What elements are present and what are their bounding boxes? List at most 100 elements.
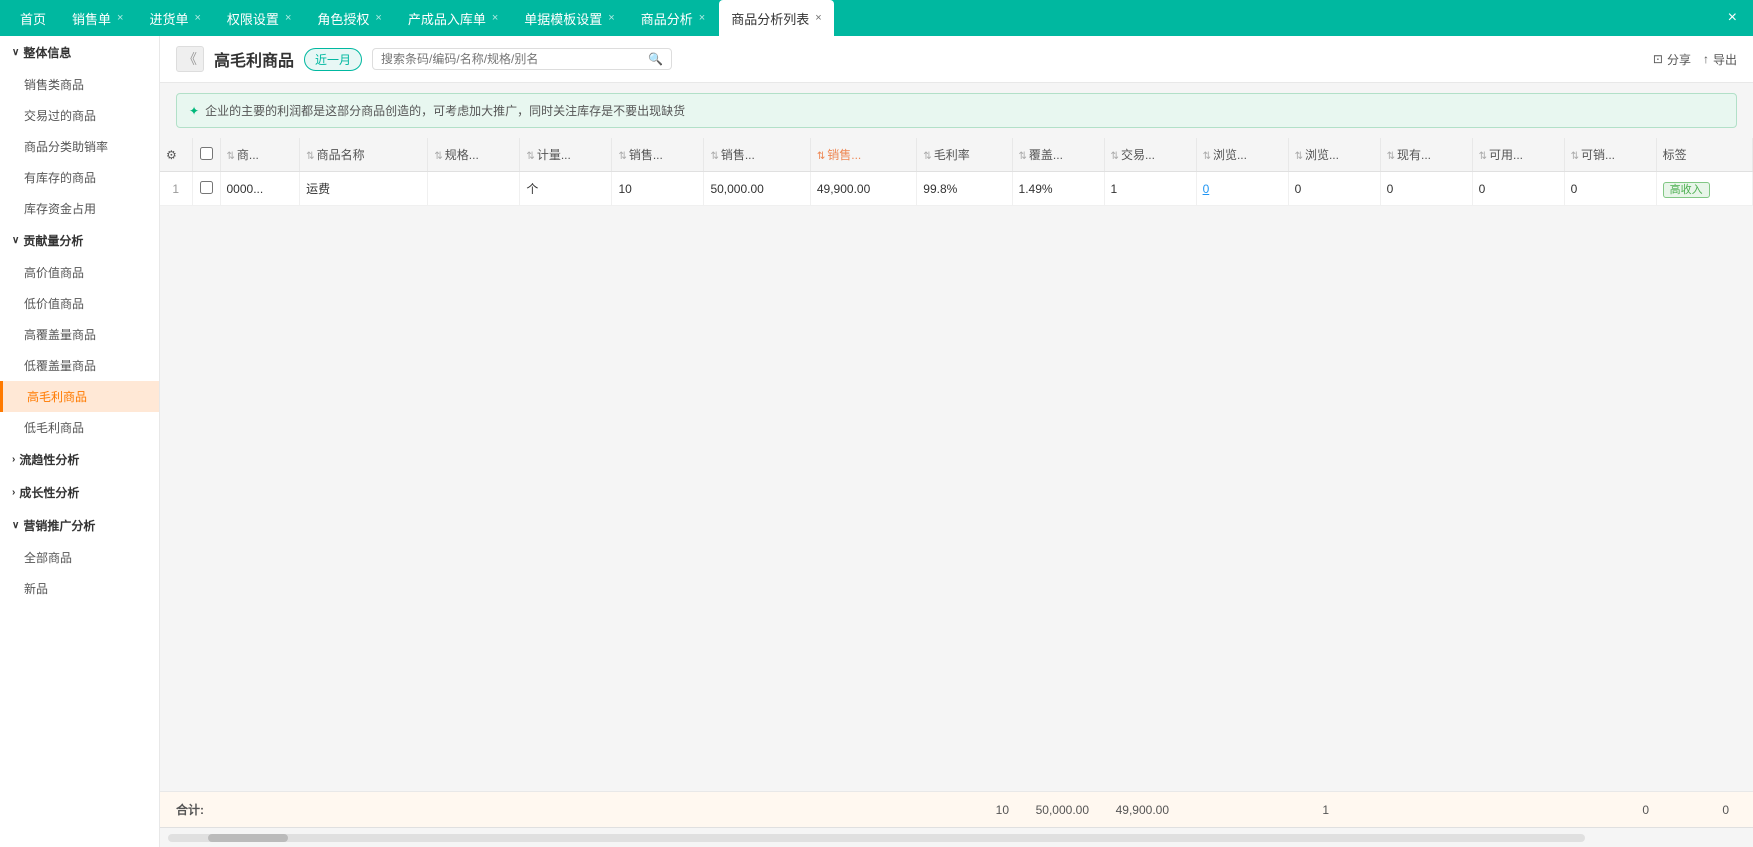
close-icon[interactable]: ×: [285, 12, 291, 24]
th-code[interactable]: ⇅商...: [220, 138, 300, 172]
scrollbar-thumb[interactable]: [208, 834, 288, 842]
th-transactions[interactable]: ⇅交易...: [1104, 138, 1196, 172]
th-checkbox[interactable]: [192, 138, 220, 172]
row-sale-qty: 10: [612, 172, 704, 206]
close-icon[interactable]: ×: [699, 12, 705, 24]
footer-sale-amount: 50,000.00: [1017, 803, 1097, 817]
export-icon: ↑: [1703, 52, 1709, 66]
sidebar-item-sales-goods[interactable]: 销售类商品: [0, 69, 159, 100]
content-header: 《 高毛利商品 近一月 🔍 ⊡ 分享 ↑ 导出: [160, 36, 1753, 83]
content-area: 《 高毛利商品 近一月 🔍 ⊡ 分享 ↑ 导出 ✦ 企业的主要的利润都是这部: [160, 36, 1753, 847]
sidebar-item-stock-fund[interactable]: 库存资金占用: [0, 193, 159, 224]
close-icon[interactable]: ×: [375, 12, 381, 24]
nav-tab-purchase[interactable]: 进货单 ×: [137, 0, 212, 36]
row-tag: 高收入: [1656, 172, 1752, 206]
top-navigation: 首页 销售单 × 进货单 × 权限设置 × 角色授权 × 产成品入库单 × 单据…: [0, 0, 1753, 36]
row-browse1[interactable]: 0: [1196, 172, 1288, 206]
footer-saleable: 0: [1657, 803, 1737, 817]
row-sale-profit: 49,900.00: [810, 172, 916, 206]
row-browse2: 0: [1288, 172, 1380, 206]
nav-tab-analysis-list[interactable]: 商品分析列表 ×: [719, 0, 833, 36]
page-title: 高毛利商品: [214, 47, 294, 71]
sidebar-item-category-rate[interactable]: 商品分类助销率: [0, 131, 159, 162]
nav-tab-analysis[interactable]: 商品分析 ×: [629, 0, 717, 36]
table-row: 1 0000... 运费 个 10 50,000.00 49,900.00 99…: [160, 172, 1753, 206]
footer-available: 0: [1577, 803, 1657, 817]
th-available[interactable]: ⇅可用...: [1472, 138, 1564, 172]
filter-period-button[interactable]: 近一月: [304, 48, 362, 71]
th-saleable[interactable]: ⇅可销...: [1564, 138, 1656, 172]
nav-tab-sales[interactable]: 销售单 ×: [60, 0, 135, 36]
sidebar-item-low-coverage[interactable]: 低覆盖量商品: [0, 350, 159, 381]
chevron-down-icon: ∨: [12, 520, 19, 531]
th-spec[interactable]: ⇅规格...: [428, 138, 520, 172]
sidebar-item-high-value[interactable]: 高价值商品: [0, 257, 159, 288]
row-checkbox[interactable]: [200, 181, 213, 194]
sidebar-group-trend[interactable]: › 流趋性分析: [0, 443, 159, 476]
row-code: 0000...: [220, 172, 300, 206]
th-browse1[interactable]: ⇅浏览...: [1196, 138, 1288, 172]
sidebar-group-contribution[interactable]: ∨ 贡献量分析: [0, 224, 159, 257]
main-layout: ∨ 整体信息 销售类商品 交易过的商品 商品分类助销率 有库存的商品 库存资金占…: [0, 36, 1753, 847]
header-actions: ⊡ 分享 ↑ 导出: [1653, 51, 1737, 68]
chevron-right-icon: ›: [12, 487, 15, 498]
row-transactions: 1: [1104, 172, 1196, 206]
sidebar-item-high-coverage[interactable]: 高覆盖量商品: [0, 319, 159, 350]
th-name[interactable]: ⇅商品名称: [300, 138, 428, 172]
row-checkbox-cell[interactable]: [192, 172, 220, 206]
sidebar-item-low-value[interactable]: 低价值商品: [0, 288, 159, 319]
nav-tab-home[interactable]: 首页: [8, 0, 58, 36]
chevron-right-icon: ›: [12, 454, 15, 465]
th-unit[interactable]: ⇅计量...: [520, 138, 612, 172]
scrollbar-track[interactable]: [168, 834, 1585, 842]
sidebar-item-in-stock[interactable]: 有库存的商品: [0, 162, 159, 193]
close-icon[interactable]: ×: [492, 12, 498, 24]
nav-tab-permissions[interactable]: 权限设置 ×: [215, 0, 303, 36]
search-box[interactable]: 🔍: [372, 48, 672, 70]
chevron-down-icon: ∨: [12, 47, 19, 58]
th-current-stock[interactable]: ⇅现有...: [1380, 138, 1472, 172]
th-browse2[interactable]: ⇅浏览...: [1288, 138, 1380, 172]
row-spec: [428, 172, 520, 206]
share-button[interactable]: ⊡ 分享: [1653, 51, 1691, 68]
sidebar-group-marketing[interactable]: ∨ 营销推广分析: [0, 509, 159, 542]
row-saleable: 0: [1564, 172, 1656, 206]
th-sale-profit[interactable]: ⇅销售...: [810, 138, 916, 172]
close-icon[interactable]: ×: [815, 12, 821, 24]
row-sale-amount: 50,000.00: [704, 172, 810, 206]
th-gross-rate[interactable]: ⇅毛利率: [917, 138, 1012, 172]
th-sale-amount[interactable]: ⇅销售...: [704, 138, 810, 172]
sidebar-item-traded-goods[interactable]: 交易过的商品: [0, 100, 159, 131]
row-num: 1: [160, 172, 192, 206]
th-settings[interactable]: ⚙: [160, 138, 192, 172]
th-coverage[interactable]: ⇅覆盖...: [1012, 138, 1104, 172]
sidebar-item-low-margin[interactable]: 低毛利商品: [0, 412, 159, 443]
sidebar-group-overall[interactable]: ∨ 整体信息: [0, 36, 159, 69]
th-tag[interactable]: 标签: [1656, 138, 1752, 172]
footer-label: 合计:: [176, 801, 204, 818]
sidebar: ∨ 整体信息 销售类商品 交易过的商品 商品分类助销率 有库存的商品 库存资金占…: [0, 36, 160, 847]
close-all-tabs-button[interactable]: ×: [1720, 9, 1745, 27]
search-icon[interactable]: 🔍: [648, 52, 663, 66]
sidebar-item-new-goods[interactable]: 新品: [0, 573, 159, 604]
horizontal-scrollbar[interactable]: [160, 827, 1753, 847]
close-icon[interactable]: ×: [608, 12, 614, 24]
nav-tab-roles[interactable]: 角色授权 ×: [305, 0, 393, 36]
row-available: 0: [1472, 172, 1564, 206]
data-table-container[interactable]: ⚙ ⇅商... ⇅商品名称 ⇅规格... ⇅计量... ⇅销售... ⇅销售..…: [160, 138, 1753, 791]
search-input[interactable]: [381, 52, 644, 66]
sidebar-group-growth[interactable]: › 成长性分析: [0, 476, 159, 509]
select-all-checkbox[interactable]: [200, 147, 213, 160]
close-icon[interactable]: ×: [194, 12, 200, 24]
close-icon[interactable]: ×: [117, 12, 123, 24]
sidebar-item-all-goods[interactable]: 全部商品: [0, 542, 159, 573]
export-button[interactable]: ↑ 导出: [1703, 51, 1737, 68]
th-sale-qty[interactable]: ⇅销售...: [612, 138, 704, 172]
sidebar-item-high-margin[interactable]: 高毛利商品: [0, 381, 159, 412]
collapse-sidebar-button[interactable]: 《: [176, 46, 204, 72]
settings-icon[interactable]: ⚙: [166, 148, 177, 162]
nav-tab-inbound[interactable]: 产成品入库单 ×: [396, 0, 510, 36]
info-icon: ✦: [189, 104, 199, 118]
row-name: 运费: [300, 172, 428, 206]
nav-tab-template[interactable]: 单据模板设置 ×: [512, 0, 626, 36]
